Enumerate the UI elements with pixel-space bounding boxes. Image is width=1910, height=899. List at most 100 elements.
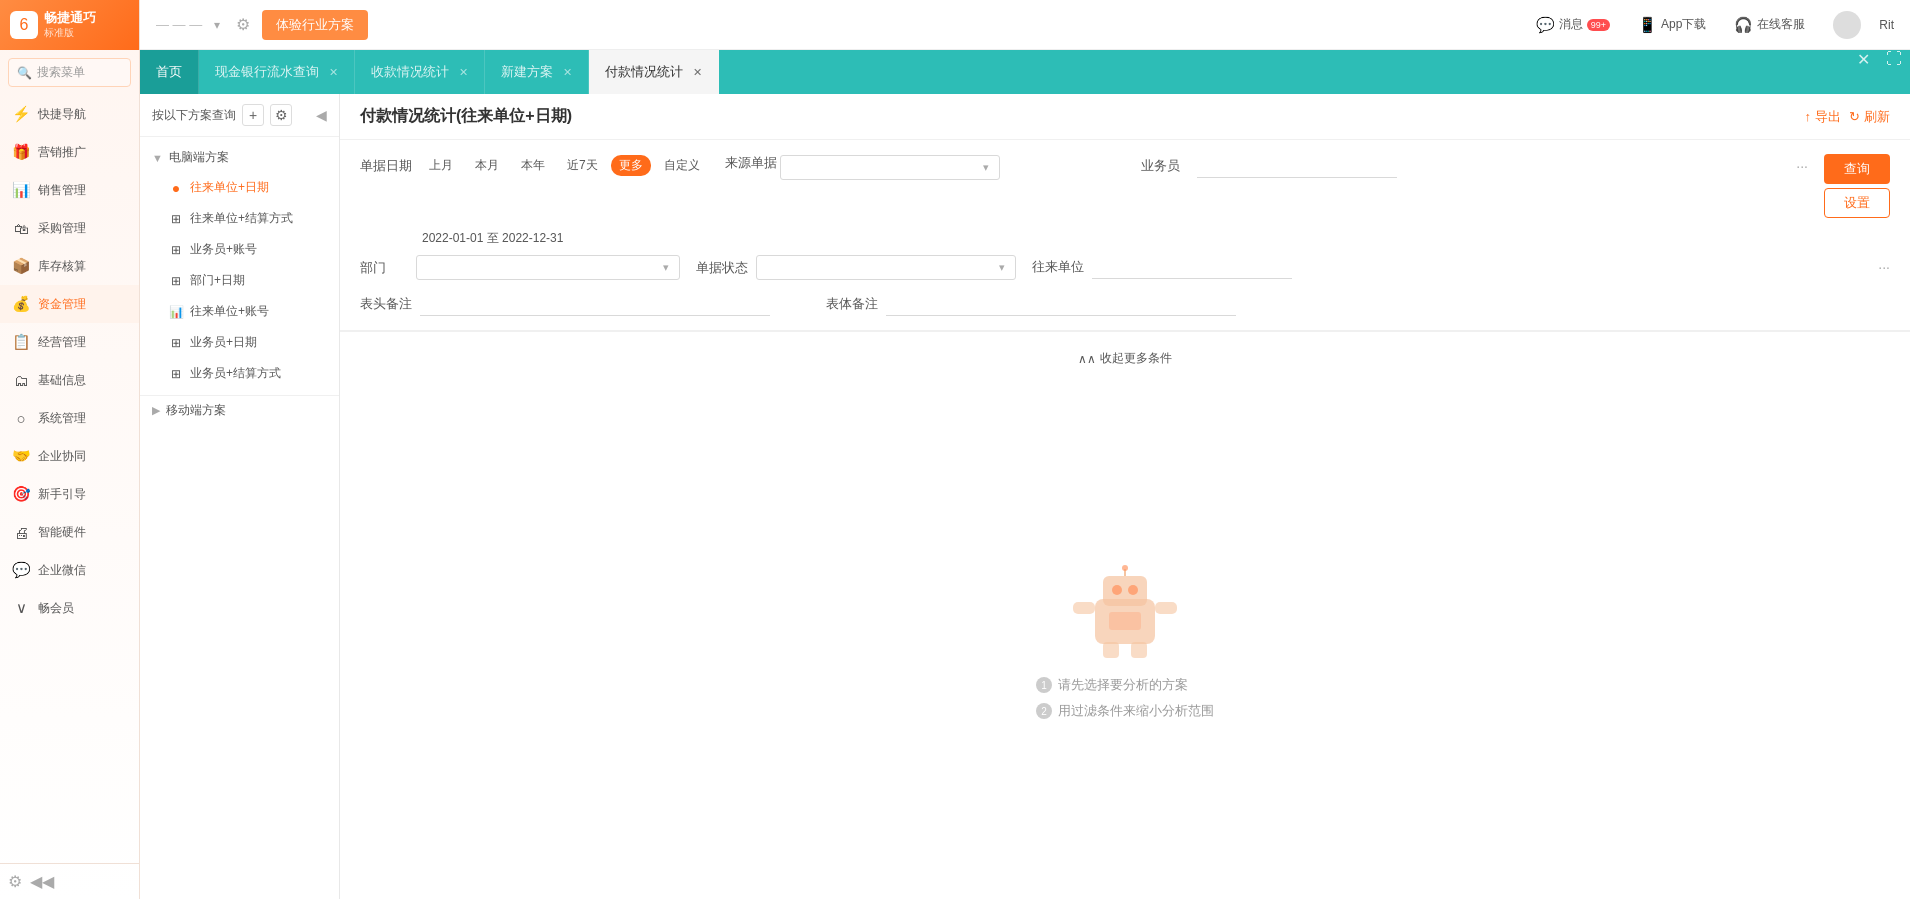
filter-area: 单据日期 上月 本月 本年 近7天 更多 自定义 来源单据	[340, 140, 1910, 331]
sidebar-item-operation[interactable]: 📋 经营管理	[0, 323, 139, 361]
topbar-online-service[interactable]: 🎧 在线客服	[1734, 16, 1805, 34]
body-note-label: 表体备注	[826, 295, 878, 313]
page-actions: ↑ 导出 ↻ 刷新	[1805, 108, 1891, 126]
sidebar-item-finance[interactable]: 💰 资金管理	[0, 285, 139, 323]
tab-bank-flow[interactable]: 现金银行流水查询 ✕	[199, 50, 355, 94]
tab-receipts[interactable]: 收款情况统计 ✕	[355, 50, 485, 94]
mobile-group-label: 移动端方案	[166, 402, 226, 419]
svg-rect-8	[1103, 642, 1119, 658]
tab-new-scheme[interactable]: 新建方案 ✕	[485, 50, 589, 94]
guide-label: 新手引导	[38, 486, 86, 503]
trial-btn[interactable]: 体验行业方案	[262, 10, 368, 40]
hardware-icon: 🖨	[12, 523, 30, 541]
step-2-num: 2	[1036, 703, 1052, 719]
scheme-item-dept-date[interactable]: ⊞ 部门+日期	[140, 265, 339, 296]
export-button[interactable]: ↑ 导出	[1805, 108, 1842, 126]
search-icon: 🔍	[17, 66, 32, 80]
online-service-icon: 🎧	[1734, 16, 1753, 34]
add-scheme-button[interactable]: +	[242, 104, 264, 126]
member-label: 畅会员	[38, 600, 74, 617]
scheme-settings-button[interactable]: ⚙	[270, 104, 292, 126]
bill-status-select[interactable]: ▾	[756, 255, 1016, 280]
username-label: Rit	[1879, 18, 1894, 32]
operation-label: 经营管理	[38, 334, 86, 351]
dept-arrow-icon: ▾	[663, 261, 669, 274]
sidebar-item-system[interactable]: ○ 系统管理	[0, 399, 139, 437]
window-close-icon[interactable]: ✕	[1849, 50, 1878, 94]
sidebar-item-purchase[interactable]: 🛍 采购管理	[0, 209, 139, 247]
partner-more-icon[interactable]: ···	[1878, 259, 1890, 275]
search-menu-label: 搜索菜单	[37, 64, 85, 81]
scheme-dept-date-label: 部门+日期	[190, 272, 245, 289]
collapse-icon[interactable]: ◀◀	[30, 872, 54, 891]
robot-illustration	[1065, 564, 1185, 664]
marketing-icon: 🎁	[12, 143, 30, 161]
tab-new-scheme-close-icon[interactable]: ✕	[563, 66, 572, 79]
collapse-more-button[interactable]: ∧∧ 收起更多条件	[360, 340, 1890, 377]
date-btn-last-month[interactable]: 上月	[420, 154, 462, 177]
page-title: 付款情况统计(往来单位+日期)	[360, 106, 1805, 127]
sidebar-item-hardware[interactable]: 🖨 智能硬件	[0, 513, 139, 551]
scheme-item-staff-account[interactable]: ⊞ 业务员+账号	[140, 234, 339, 265]
left-panel: 按以下方案查询 + ⚙ ◀ ▼ 电脑端方案 ● 往来单位+日期 ⊞ 往来单位+结…	[140, 94, 340, 899]
sidebar-item-marketing[interactable]: 🎁 营销推广	[0, 133, 139, 171]
svg-point-2	[1112, 585, 1122, 595]
sidebar-item-member[interactable]: ∨ 畅会员	[0, 589, 139, 627]
desktop-scheme-group-header[interactable]: ▼ 电脑端方案	[140, 143, 339, 172]
left-panel-collapse-icon[interactable]: ◀	[316, 107, 327, 123]
tab-payments-close-icon[interactable]: ✕	[693, 66, 702, 79]
header-note-input[interactable]	[420, 292, 770, 316]
topbar-app-download[interactable]: 📱 App下载	[1638, 16, 1706, 34]
filter-staff: 业务员 ···	[1141, 154, 1808, 178]
scheme-item-staff-settle[interactable]: ⊞ 业务员+结算方式	[140, 358, 339, 389]
date-btn-7days[interactable]: 近7天	[558, 154, 607, 177]
sidebar-item-sales[interactable]: 📊 销售管理	[0, 171, 139, 209]
tab-bank-flow-close-icon[interactable]: ✕	[329, 66, 338, 79]
mobile-scheme-group-header[interactable]: ▶ 移动端方案	[140, 395, 339, 425]
sidebar-item-basic[interactable]: 🗂 基础信息	[0, 361, 139, 399]
date-range-value: 2022-01-01 至 2022-12-31	[422, 231, 563, 245]
scheme-item-partner-settle[interactable]: ⊞ 往来单位+结算方式	[140, 203, 339, 234]
topbar-messages[interactable]: 💬 消息 99+	[1536, 16, 1610, 34]
member-icon: ∨	[12, 599, 30, 617]
date-btn-this-year[interactable]: 本年	[512, 154, 554, 177]
partner-input[interactable]	[1092, 255, 1292, 279]
logo-text-block: 畅捷通巧 标准版	[44, 10, 96, 40]
message-icon: 💬	[1536, 16, 1555, 34]
body-note-input[interactable]	[886, 292, 1236, 316]
query-button[interactable]: 查询	[1824, 154, 1890, 184]
scheme-item-partner-date[interactable]: ● 往来单位+日期	[140, 172, 339, 203]
topbar-chevron-down-icon[interactable]: ▾	[214, 18, 220, 32]
scheme-item-staff-date[interactable]: ⊞ 业务员+日期	[140, 327, 339, 358]
empty-step-2: 2 用过滤条件来缩小分析范围	[1036, 702, 1214, 720]
sidebar-item-quick-nav[interactable]: ⚡ 快捷导航	[0, 95, 139, 133]
settings-icon[interactable]: ⚙	[8, 872, 22, 891]
purchase-icon: 🛍	[12, 219, 30, 237]
partner-label: 往来单位	[1032, 258, 1084, 276]
scheme-item-partner-account[interactable]: 📊 往来单位+账号	[140, 296, 339, 327]
staff-input[interactable]	[1197, 154, 1397, 178]
settings-button[interactable]: 设置	[1824, 188, 1890, 218]
source-bill-select[interactable]: ▾	[780, 155, 1000, 180]
date-range-display: 2022-01-01 至 2022-12-31	[360, 230, 1890, 255]
tab-home[interactable]: 首页	[140, 50, 199, 94]
dept-select[interactable]: ▾	[416, 255, 680, 280]
sidebar-item-guide[interactable]: 🎯 新手引导	[0, 475, 139, 513]
date-btn-more[interactable]: 更多	[611, 155, 651, 176]
search-menu-button[interactable]: 🔍 搜索菜单	[8, 58, 131, 87]
tab-payments[interactable]: 付款情况统计 ✕	[589, 50, 719, 94]
staff-more-icon[interactable]: ···	[1796, 158, 1808, 174]
sidebar-item-enterprise[interactable]: 🤝 企业协同	[0, 437, 139, 475]
sidebar-item-inventory[interactable]: 📦 库存核算	[0, 247, 139, 285]
filter-header-note: 表头备注	[360, 292, 810, 316]
logo-text: 畅捷通巧	[44, 10, 96, 26]
date-btn-this-month[interactable]: 本月	[466, 154, 508, 177]
sidebar-item-wechat[interactable]: 💬 企业微信	[0, 551, 139, 589]
refresh-button[interactable]: ↻ 刷新	[1849, 108, 1890, 126]
sidebar-footer: ⚙ ◀◀	[0, 863, 139, 899]
scheme-staff-account-label: 业务员+账号	[190, 241, 257, 258]
window-maximize-icon[interactable]: ⛶	[1878, 50, 1910, 94]
tab-receipts-close-icon[interactable]: ✕	[459, 66, 468, 79]
date-btn-custom[interactable]: 自定义	[655, 154, 709, 177]
topbar-gear-icon[interactable]: ⚙	[236, 15, 250, 34]
